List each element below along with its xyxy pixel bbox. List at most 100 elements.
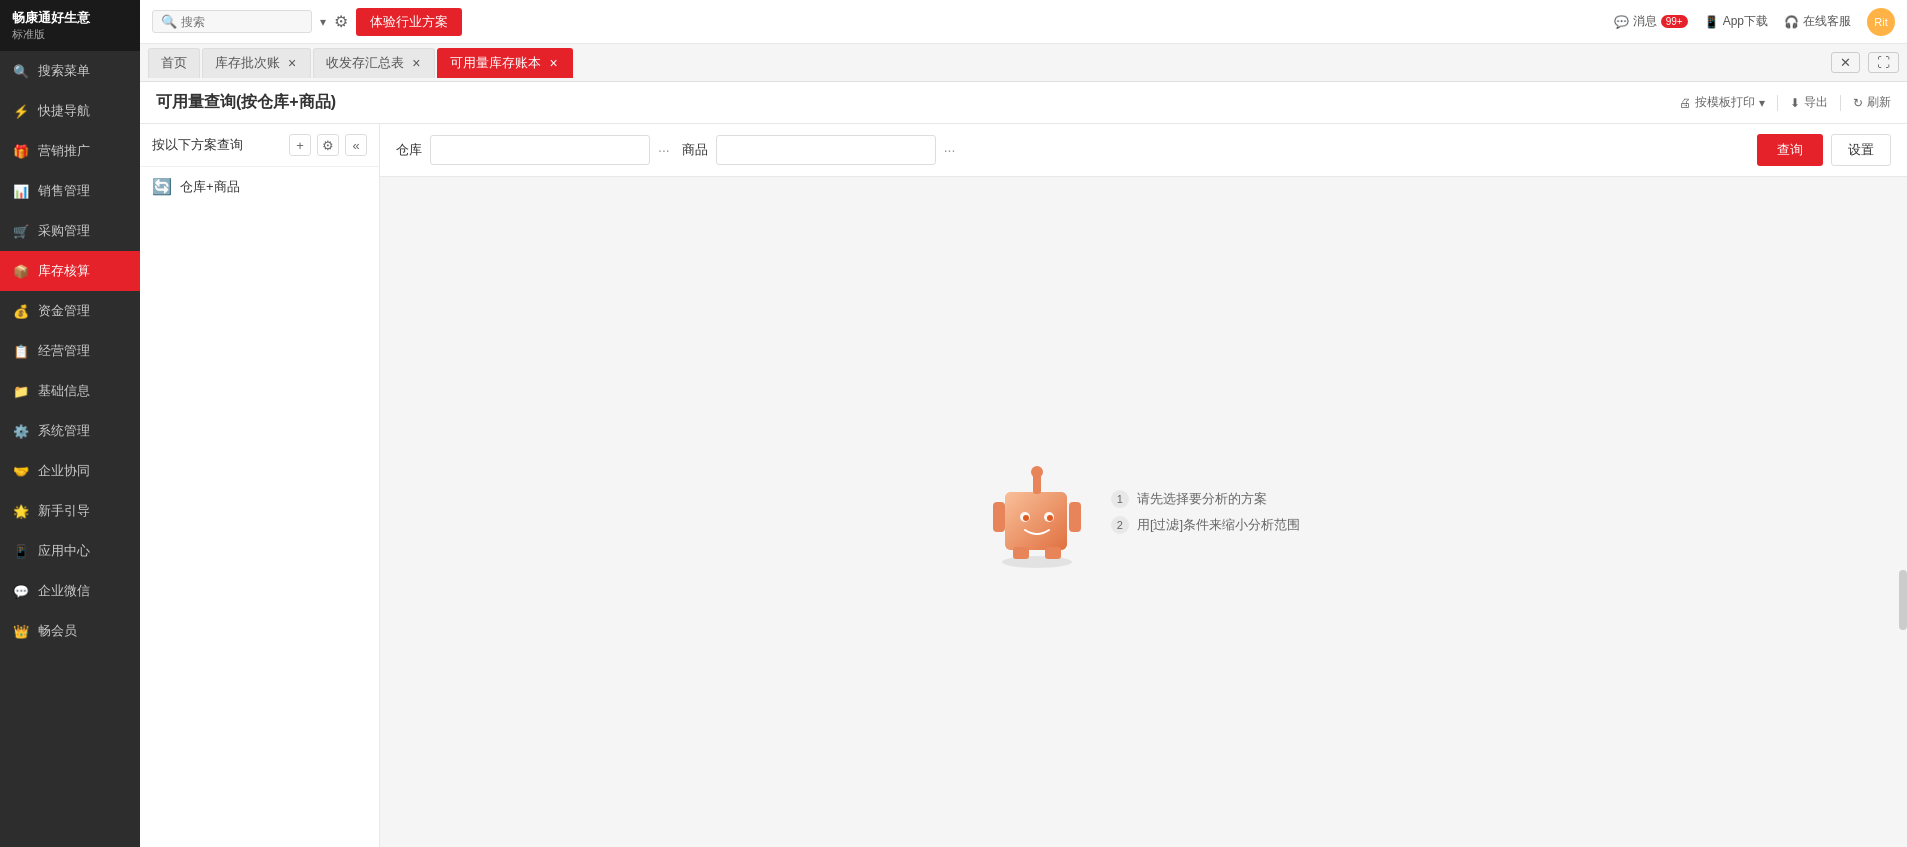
sidebar-item-inventory[interactable]: 📦 库存核算 — [0, 251, 140, 291]
topbar-dropdown[interactable]: ▾ — [320, 15, 326, 29]
topbar-search-box[interactable]: 🔍 — [152, 10, 312, 33]
fullscreen-btn[interactable]: ⛶ — [1868, 52, 1899, 73]
empty-hint-1: 1 请先选择要分析的方案 — [1111, 490, 1300, 508]
tab-close-batch[interactable]: × — [286, 55, 298, 71]
sidebar-item-purchase[interactable]: 🛒 采购管理 — [0, 211, 140, 251]
tab-batch[interactable]: 库存批次账× — [202, 48, 311, 78]
svg-rect-10 — [1069, 502, 1081, 532]
page-title: 可用量查询(按仓库+商品) — [156, 92, 336, 113]
message-item[interactable]: 💬 消息 99+ — [1614, 13, 1688, 30]
trial-button[interactable]: 体验行业方案 — [356, 8, 462, 36]
page-header: 可用量查询(按仓库+商品) 🖨 按模板打印 ▾ ⬇ 导出 ↻ 刷新 — [140, 82, 1907, 124]
sidebar-label-wechat: 企业微信 — [38, 582, 90, 600]
tab-summary[interactable]: 收发存汇总表 × — [313, 48, 435, 78]
refresh-label: 刷新 — [1867, 94, 1891, 111]
search-input[interactable] — [181, 15, 281, 29]
warehouse-more-btn[interactable]: ··· — [658, 142, 670, 158]
warehouse-label: 仓库 — [396, 141, 422, 159]
refresh-btn[interactable]: ↻ 刷新 — [1853, 94, 1891, 111]
sidebar-item-marketing[interactable]: 🎁 营销推广 — [0, 131, 140, 171]
topbar-right: 💬 消息 99+ 📱 App下载 🎧 在线客服 Rit — [1614, 8, 1895, 36]
topbar: 🔍 ▾ ⚙ 体验行业方案 💬 消息 99+ 📱 App下载 🎧 在线客服 Rit — [140, 0, 1907, 44]
product-more-btn[interactable]: ··· — [944, 142, 956, 158]
filter-actions: + ⚙ « — [289, 134, 367, 156]
tab-close-summary[interactable]: × — [410, 55, 422, 71]
sidebar-item-sales[interactable]: 📊 销售管理 — [0, 171, 140, 211]
filter-add-btn[interactable]: + — [289, 134, 311, 156]
sidebar-label-search: 搜索菜单 — [38, 62, 90, 80]
filter-collapse-btn[interactable]: « — [345, 134, 367, 156]
user-text: Rit — [1874, 16, 1887, 28]
query-bar: 仓库 ··· 商品 ··· 查询 设置 — [380, 124, 1907, 177]
sidebar-label-purchase: 采购管理 — [38, 222, 90, 240]
hint1-text: 请先选择要分析的方案 — [1137, 490, 1267, 508]
message-icon: 💬 — [1614, 15, 1629, 29]
sidebar-label-member: 畅会员 — [38, 622, 77, 640]
sidebar-scroll: 🔍 搜索菜单⚡ 快捷导航🎁 营销推广📊 销售管理🛒 采购管理📦 库存核算💰 资金… — [0, 51, 140, 847]
sidebar-item-system[interactable]: ⚙️ 系统管理 — [0, 411, 140, 451]
filter-header: 按以下方案查询 + ⚙ « — [140, 124, 379, 167]
sidebar-label-enterprise: 企业协同 — [38, 462, 90, 480]
service-item[interactable]: 🎧 在线客服 — [1784, 13, 1851, 30]
sidebar-item-finance[interactable]: 💰 资金管理 — [0, 291, 140, 331]
sidebar-item-appstore[interactable]: 📱 应用中心 — [0, 531, 140, 571]
tab-label-summary: 收发存汇总表 — [326, 54, 404, 72]
sidebar-label-operation: 经营管理 — [38, 342, 90, 360]
topbar-gear-icon[interactable]: ⚙ — [334, 12, 348, 31]
filter-header-label: 按以下方案查询 — [152, 136, 243, 154]
warehouse-input[interactable] — [430, 135, 650, 165]
sidebar-label-marketing: 营销推广 — [38, 142, 90, 160]
divider1 — [1777, 95, 1778, 111]
sidebar-icon-search: 🔍 — [12, 62, 30, 80]
sidebar-item-wechat[interactable]: 💬 企业微信 — [0, 571, 140, 611]
sidebar-icon-newbie: 🌟 — [12, 502, 30, 520]
tab-available[interactable]: 可用量库存账本× — [437, 48, 572, 78]
svg-point-6 — [1047, 515, 1053, 521]
step2-num: 2 — [1111, 516, 1129, 534]
sidebar-item-operation[interactable]: 📋 经营管理 — [0, 331, 140, 371]
print-icon: 🖨 — [1679, 96, 1691, 110]
close-tab-btn[interactable]: ✕ — [1831, 52, 1860, 73]
empty-robot-svg — [987, 462, 1087, 572]
sidebar-label-quick: 快捷导航 — [38, 102, 90, 120]
query-btn[interactable]: 查询 — [1757, 134, 1823, 166]
sidebar-icon-finance: 💰 — [12, 302, 30, 320]
sidebar-item-member[interactable]: 👑 畅会员 — [0, 611, 140, 651]
user-avatar[interactable]: Rit — [1867, 8, 1895, 36]
print-dropdown-icon: ▾ — [1759, 96, 1765, 110]
print-btn[interactable]: 🖨 按模板打印 ▾ — [1679, 94, 1765, 111]
setting-btn[interactable]: 设置 — [1831, 134, 1891, 166]
sidebar-label-finance: 资金管理 — [38, 302, 90, 320]
export-label: 导出 — [1804, 94, 1828, 111]
app-download-item[interactable]: 📱 App下载 — [1704, 13, 1768, 30]
sidebar-item-newbie[interactable]: 🌟 新手引导 — [0, 491, 140, 531]
svg-point-8 — [1031, 466, 1043, 478]
sidebar-icon-appstore: 📱 — [12, 542, 30, 560]
sidebar-label-newbie: 新手引导 — [38, 502, 90, 520]
filter-item-label: 仓库+商品 — [180, 178, 240, 196]
left-panel: 按以下方案查询 + ⚙ « 🔄 仓库+商品 — [140, 124, 380, 847]
tabbar: 首页库存批次账×收发存汇总表×可用量库存账本× ✕ ⛶ — [140, 44, 1907, 82]
sidebar-item-enterprise[interactable]: 🤝 企业协同 — [0, 451, 140, 491]
service-label: 在线客服 — [1803, 13, 1851, 30]
tab-home[interactable]: 首页 — [148, 48, 200, 78]
filter-scheme-icon: 🔄 — [152, 177, 172, 196]
sidebar-item-search[interactable]: 🔍 搜索菜单 — [0, 51, 140, 91]
filter-item-warehouse-product[interactable]: 🔄 仓库+商品 — [140, 167, 379, 206]
sidebar-item-basic[interactable]: 📁 基础信息 — [0, 371, 140, 411]
svg-rect-11 — [1013, 547, 1029, 559]
empty-illustration — [987, 462, 1087, 562]
setting-icon: ⚙ — [322, 138, 334, 153]
product-input[interactable] — [716, 135, 936, 165]
tab-close-available[interactable]: × — [547, 55, 559, 71]
print-label: 按模板打印 — [1695, 94, 1755, 111]
filter-setting-btn[interactable]: ⚙ — [317, 134, 339, 156]
sidebar-item-quick[interactable]: ⚡ 快捷导航 — [0, 91, 140, 131]
right-scrollbar[interactable] — [1899, 570, 1907, 630]
export-btn[interactable]: ⬇ 导出 — [1790, 94, 1828, 111]
sidebar-icon-quick: ⚡ — [12, 102, 30, 120]
edition-label: 标准版 — [12, 27, 128, 41]
sidebar-icon-system: ⚙️ — [12, 422, 30, 440]
service-icon: 🎧 — [1784, 15, 1799, 29]
message-badge: 99+ — [1661, 15, 1688, 28]
